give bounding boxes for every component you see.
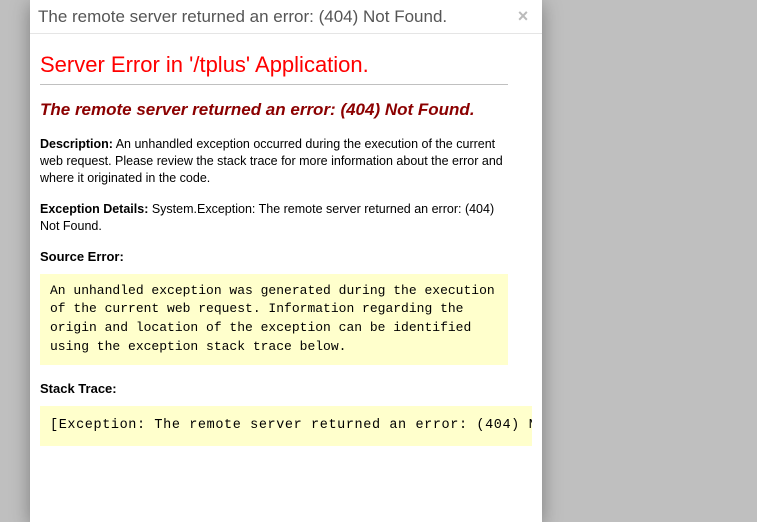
source-error-box: An unhandled exception was generated dur… [40,274,508,365]
description-paragraph: Description: An unhandled exception occu… [40,136,508,187]
stack-trace-label: Stack Trace: [40,381,508,396]
error-page: Server Error in '/tplus' Application. Th… [40,52,532,446]
dialog-title: The remote server returned an error: (40… [38,7,514,27]
error-dialog: The remote server returned an error: (40… [30,0,542,522]
source-error-label: Source Error: [40,249,508,264]
description-label: Description: [40,137,113,151]
error-heading: Server Error in '/tplus' Application. [40,52,508,78]
dialog-body-scroll[interactable]: Server Error in '/tplus' Application. Th… [40,48,532,510]
error-subheading: The remote server returned an error: (40… [40,99,508,120]
close-icon[interactable]: × [514,8,532,26]
exception-paragraph: Exception Details: System.Exception: The… [40,201,508,235]
divider [40,84,508,85]
dialog-header: The remote server returned an error: (40… [30,0,542,34]
exception-label: Exception Details: [40,202,148,216]
stack-trace-box: [Exception: The remote server returned a… [40,406,532,446]
